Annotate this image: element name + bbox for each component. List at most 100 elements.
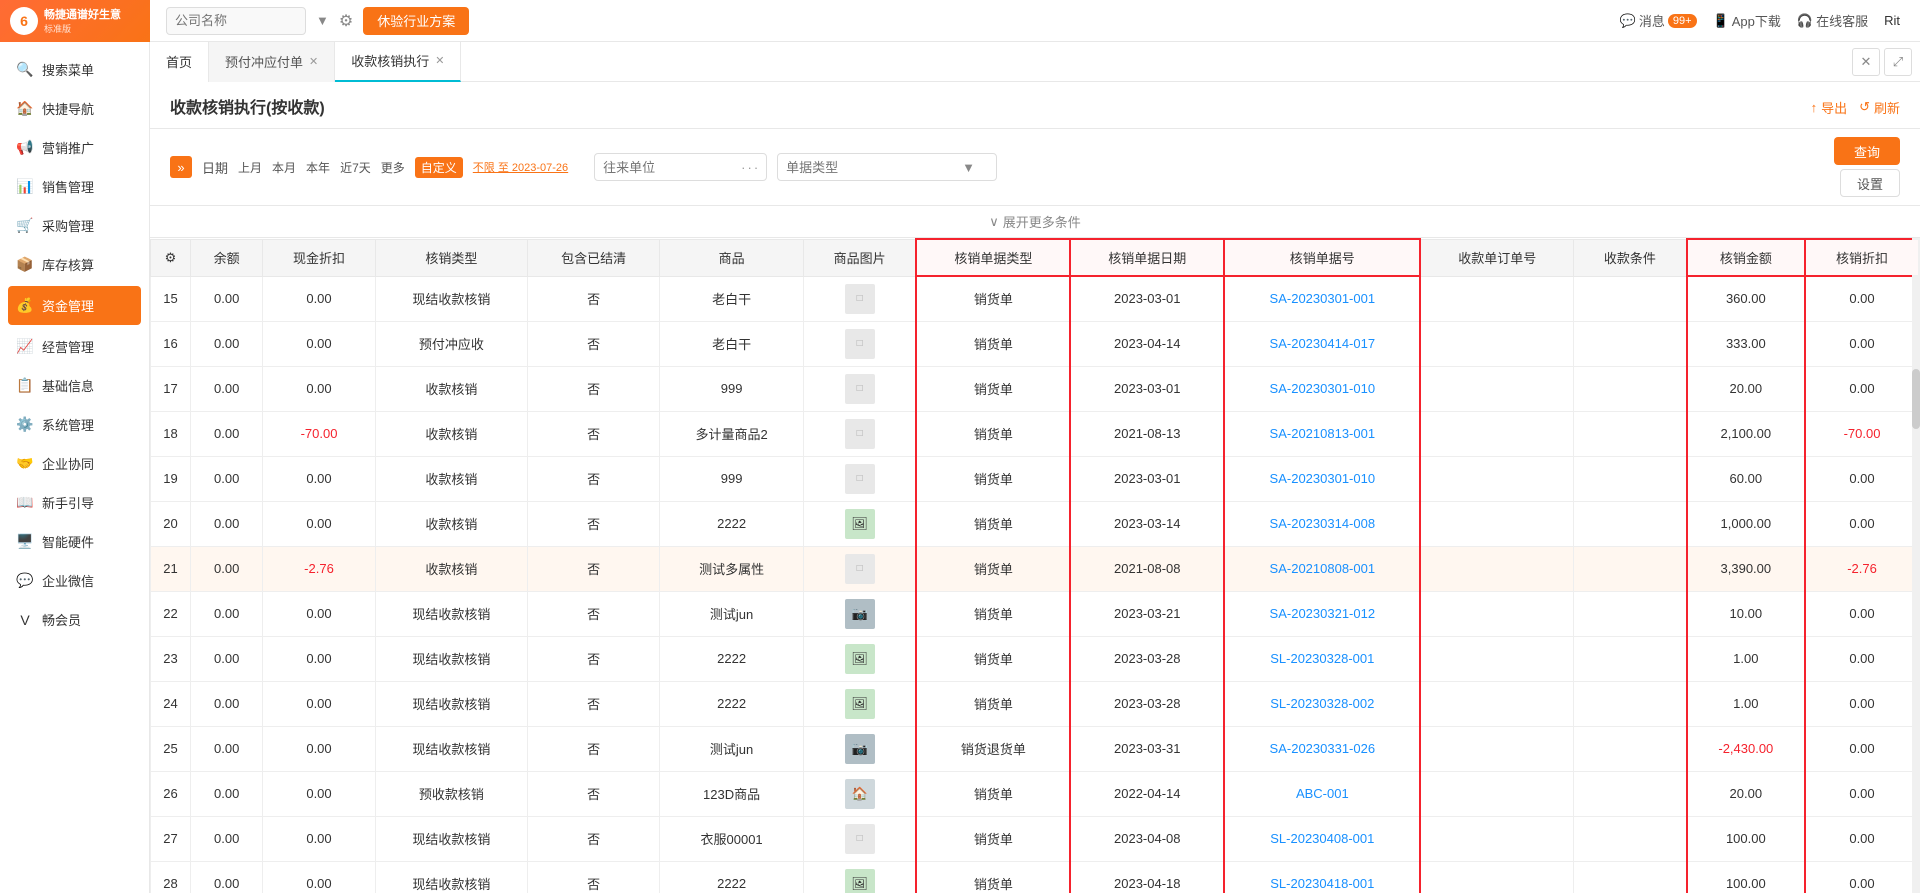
tab-maximize-btn[interactable]: ⤢ bbox=[1884, 48, 1912, 76]
counterparty-dots[interactable]: ··· bbox=[735, 160, 766, 175]
writeoff-number-link[interactable]: SA-20230301-010 bbox=[1270, 471, 1376, 486]
writeoff-number-link[interactable]: ABC-001 bbox=[1296, 786, 1349, 801]
date-range[interactable]: 不限 至 2023-07-26 bbox=[473, 159, 568, 175]
query-button[interactable]: 查询 bbox=[1834, 137, 1900, 165]
writeoff-number-link[interactable]: SA-20230331-026 bbox=[1270, 741, 1376, 756]
writeoff-number-link[interactable]: SA-20210813-001 bbox=[1270, 426, 1376, 441]
date-opt-last-month[interactable]: 上月 bbox=[238, 159, 262, 176]
tab-writeoff[interactable]: 收款核销执行 ✕ bbox=[335, 42, 461, 82]
cell-writeoff-type: 收款核销 bbox=[375, 546, 527, 591]
tab-prepay-close[interactable]: ✕ bbox=[309, 55, 318, 68]
cell-writeoff-date: 2023-03-14 bbox=[1070, 501, 1224, 546]
sidebar-item-nav[interactable]: 🏠 快捷导航 bbox=[0, 89, 149, 128]
export-button[interactable]: ↑ 导出 bbox=[1811, 98, 1848, 117]
vertical-scrollbar[interactable] bbox=[1912, 238, 1920, 893]
sidebar-item-management[interactable]: 📈 经营管理 bbox=[0, 327, 149, 366]
cell-product-image: □ bbox=[803, 366, 916, 411]
cell-cash-discount: 0.00 bbox=[263, 366, 375, 411]
sidebar-item-hardware[interactable]: 🖥️ 智能硬件 bbox=[0, 522, 149, 561]
company-input[interactable] bbox=[166, 7, 306, 35]
voucher-type-input[interactable] bbox=[778, 160, 958, 175]
cell-include-settled: 否 bbox=[528, 276, 660, 321]
tab-home[interactable]: 首页 bbox=[150, 42, 209, 82]
writeoff-number-link[interactable]: SA-20230301-010 bbox=[1270, 381, 1376, 396]
voucher-type-dropdown-icon[interactable]: ▼ bbox=[958, 160, 979, 175]
sidebar-item-search[interactable]: 🔍 搜索菜单 bbox=[0, 50, 149, 89]
app-download-nav[interactable]: 📱 App下载 bbox=[1713, 11, 1781, 30]
cell-cash-discount: 0.00 bbox=[263, 591, 375, 636]
cell-receipt-condition bbox=[1574, 321, 1687, 366]
cell-receipt-condition bbox=[1574, 456, 1687, 501]
date-opt-custom[interactable]: 自定义 bbox=[415, 157, 463, 178]
messages-nav[interactable]: 💬 消息 99+ bbox=[1620, 11, 1697, 30]
writeoff-number-link[interactable]: SA-20230414-017 bbox=[1270, 336, 1376, 351]
sidebar-item-inventory[interactable]: 📦 库存核算 bbox=[0, 245, 149, 284]
product-image-empty: □ bbox=[845, 329, 875, 359]
cell-writeoff-voucher-type: 销货单 bbox=[916, 411, 1070, 456]
settings-button[interactable]: 设置 bbox=[1840, 169, 1900, 197]
user-label[interactable]: Rit bbox=[1884, 13, 1900, 28]
writeoff-number-link[interactable]: SA-20230314-008 bbox=[1270, 516, 1376, 531]
export-icon: ↑ bbox=[1811, 100, 1818, 115]
table-row: 20 0.00 0.00 收款核销 否 2222 🖼 销货单 2023-03-1… bbox=[151, 501, 1920, 546]
th-receipt-condition: 收款条件 bbox=[1574, 239, 1687, 276]
date-opt-this-year[interactable]: 本年 bbox=[306, 159, 330, 176]
cell-receipt-order-no bbox=[1420, 321, 1573, 366]
writeoff-number-link[interactable]: SL-20230418-001 bbox=[1270, 876, 1374, 891]
settings-gear-icon[interactable]: ⚙ bbox=[339, 11, 353, 31]
sidebar-item-basic[interactable]: 📋 基础信息 bbox=[0, 366, 149, 405]
cell-writeoff-voucher-type: 销货单 bbox=[916, 456, 1070, 501]
table-area[interactable]: ⚙ 余额 现金折扣 核销类型 包含已结清 商品 商品图片 核销单据类型 核销单据… bbox=[150, 238, 1920, 893]
date-opt-more[interactable]: 更多 bbox=[381, 159, 405, 176]
online-service-nav[interactable]: 🎧 在线客服 bbox=[1797, 11, 1868, 30]
cell-cash-discount: 0.00 bbox=[263, 726, 375, 771]
sidebar-item-system[interactable]: ⚙️ 系统管理 bbox=[0, 405, 149, 444]
logo-text: 畅捷通谱好生意 标准版 bbox=[44, 6, 121, 35]
scrollbar-thumb[interactable] bbox=[1912, 369, 1920, 429]
cell-writeoff-number: SL-20230328-001 bbox=[1224, 636, 1420, 681]
cell-receipt-order-no bbox=[1420, 681, 1573, 726]
solution-button[interactable]: 休验行业方案 bbox=[363, 7, 469, 35]
th-setting[interactable]: ⚙ bbox=[151, 239, 191, 276]
product-image-green: 🖼 bbox=[845, 509, 875, 539]
sidebar-item-finance[interactable]: 💰 资金管理 bbox=[8, 286, 141, 325]
sidebar-item-sales[interactable]: 📊 销售管理 bbox=[0, 167, 149, 206]
cell-receipt-condition bbox=[1574, 366, 1687, 411]
product-image-green: 🖼 bbox=[845, 644, 875, 674]
tab-close-window-btn[interactable]: ✕ bbox=[1852, 48, 1880, 76]
writeoff-number-link[interactable]: SA-20230321-012 bbox=[1270, 606, 1376, 621]
sidebar-item-marketing[interactable]: 📢 营销推广 bbox=[0, 128, 149, 167]
sidebar-item-purchase[interactable]: 🛒 采购管理 bbox=[0, 206, 149, 245]
date-opt-7days[interactable]: 近7天 bbox=[340, 159, 371, 176]
cell-writeoff-amount: 2,100.00 bbox=[1687, 411, 1805, 456]
sidebar-item-guide[interactable]: 📖 新手引导 bbox=[0, 483, 149, 522]
writeoff-number-link[interactable]: SL-20230328-001 bbox=[1270, 651, 1374, 666]
cell-id: 16 bbox=[151, 321, 191, 366]
date-opt-this-month[interactable]: 本月 bbox=[272, 159, 296, 176]
filter-expand-button[interactable]: » bbox=[170, 156, 192, 178]
refresh-button[interactable]: ↺ 刷新 bbox=[1859, 98, 1900, 117]
cell-receipt-condition bbox=[1574, 636, 1687, 681]
sidebar-item-wechat[interactable]: 💬 企业微信 bbox=[0, 561, 149, 600]
expand-more-bar[interactable]: ∨ 展开更多条件 bbox=[150, 206, 1920, 238]
tab-writeoff-close[interactable]: ✕ bbox=[435, 54, 444, 67]
tab-bar-actions: ✕ ⤢ bbox=[1852, 48, 1920, 76]
writeoff-number-link[interactable]: SA-20230301-001 bbox=[1270, 291, 1376, 306]
cell-writeoff-date: 2023-04-08 bbox=[1070, 816, 1224, 861]
cell-writeoff-type: 收款核销 bbox=[375, 501, 527, 546]
cell-writeoff-type: 现结收款核销 bbox=[375, 816, 527, 861]
cell-product-image: 📷 bbox=[803, 591, 916, 636]
writeoff-number-link[interactable]: SL-20230328-002 bbox=[1270, 696, 1374, 711]
cell-writeoff-discount: 0.00 bbox=[1805, 501, 1919, 546]
writeoff-number-link[interactable]: SA-20210808-001 bbox=[1270, 561, 1376, 576]
writeoff-number-link[interactable]: SL-20230408-001 bbox=[1270, 831, 1374, 846]
sidebar-item-member[interactable]: V 畅会员 bbox=[0, 600, 149, 639]
th-writeoff-voucher-type: 核销单据类型 bbox=[916, 239, 1070, 276]
counterparty-input[interactable] bbox=[595, 160, 735, 175]
dropdown-arrow-icon[interactable]: ▼ bbox=[316, 13, 329, 28]
sidebar-item-collab[interactable]: 🤝 企业协同 bbox=[0, 444, 149, 483]
cell-product: 2222 bbox=[660, 861, 803, 893]
cell-balance: 0.00 bbox=[191, 591, 263, 636]
tab-prepay[interactable]: 预付冲应付单 ✕ bbox=[209, 42, 335, 82]
cell-include-settled: 否 bbox=[528, 636, 660, 681]
